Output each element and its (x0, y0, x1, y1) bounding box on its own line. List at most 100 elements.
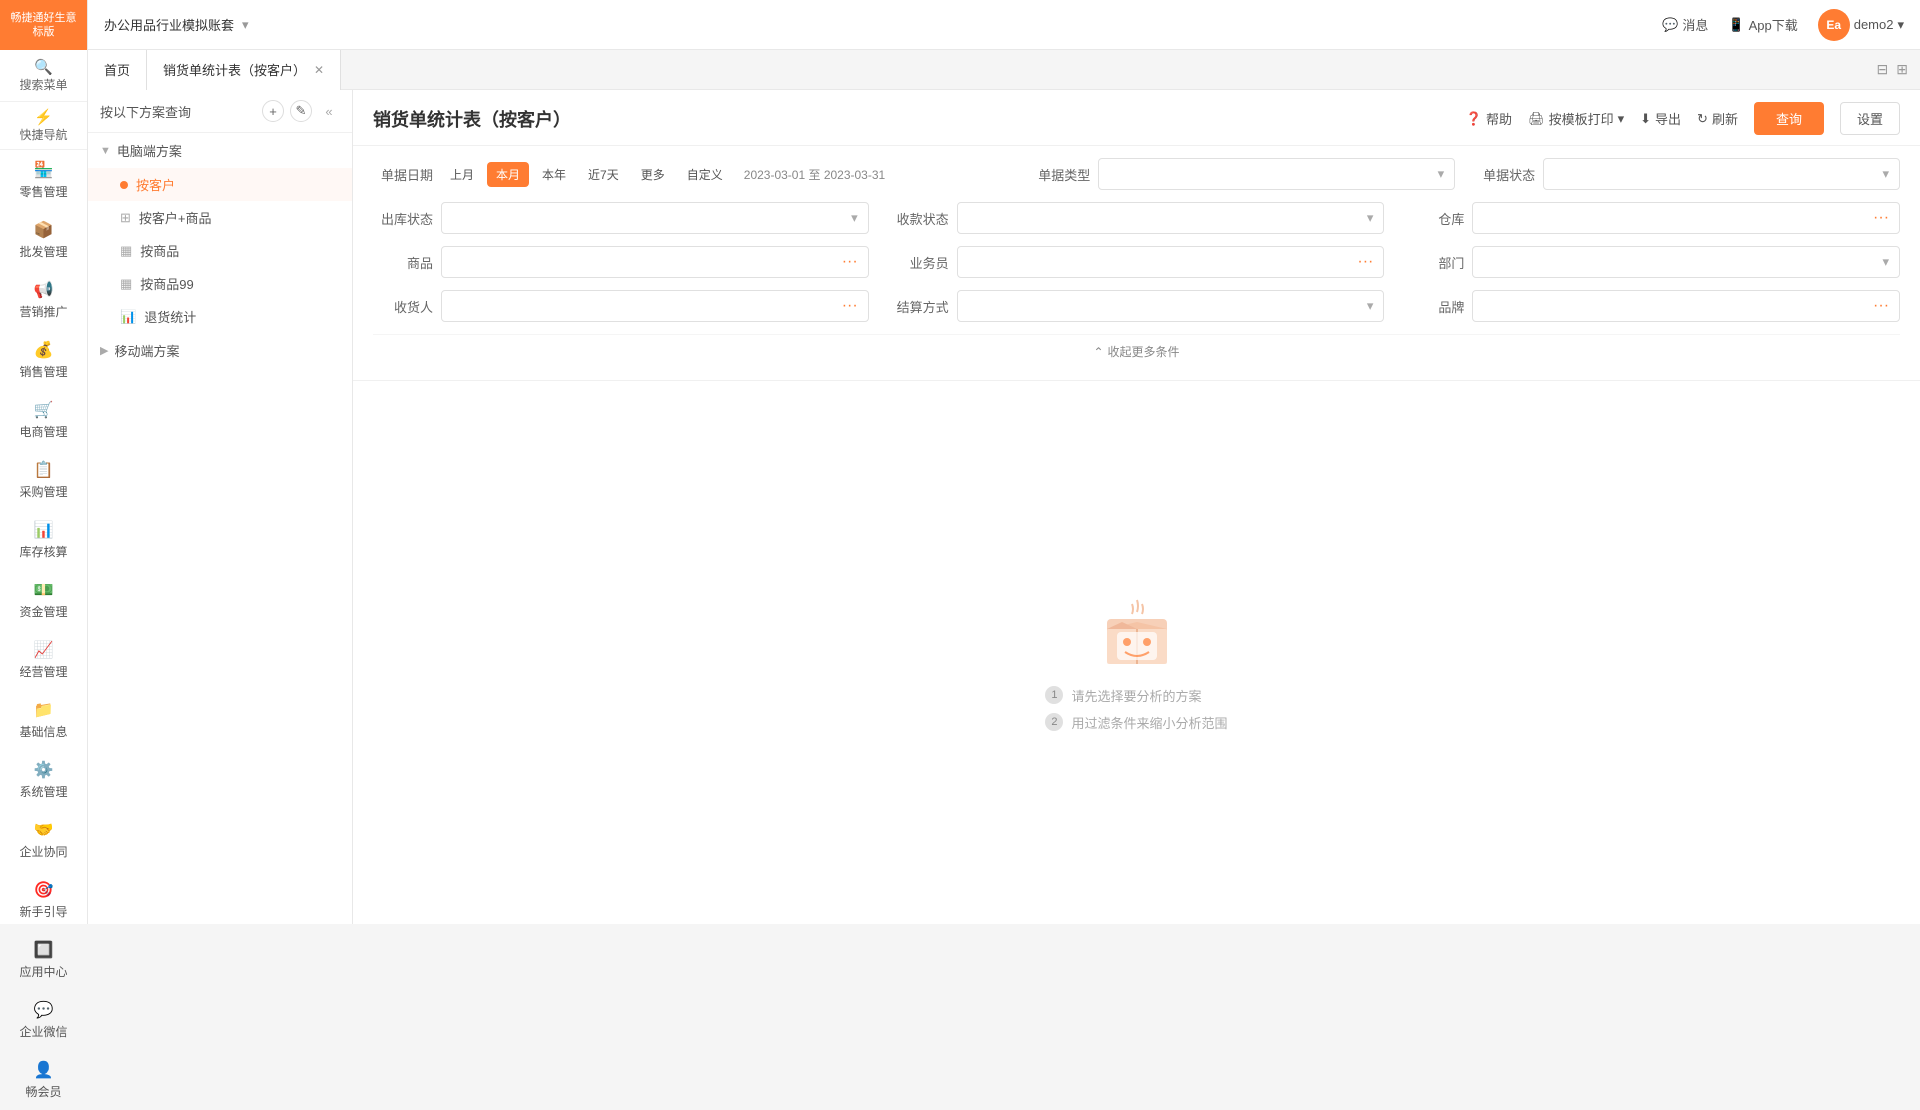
sidebar-item-system[interactable]: ⚙️系统管理 (0, 750, 87, 810)
scheme-header-label: 按以下方案查询 (100, 102, 191, 121)
header-left: 办公用品行业模拟账套 ▾ (104, 15, 249, 34)
date-btn-7days[interactable]: 近7天 (579, 162, 628, 187)
scheme-edit-btn[interactable]: ✎ (290, 100, 312, 122)
sidebar-icon-newbie: 🎯 (34, 880, 54, 900)
filter-cell-warehouse: 仓库 ··· (1404, 202, 1900, 234)
date-buttons: 上月 本月 本年 近7天 更多 自定义 (441, 162, 732, 187)
tab-close-icon[interactable]: ✕ (314, 63, 324, 77)
collapse-up-icon: ⌃ (1093, 345, 1103, 359)
export-btn[interactable]: ⬇ 导出 (1640, 109, 1681, 128)
sidebar-item-purchase[interactable]: 📋采购管理 (0, 450, 87, 510)
message-btn[interactable]: 💬 消息 (1662, 15, 1708, 34)
tab-sales-stats[interactable]: 销货单统计表（按客户） ✕ (147, 50, 341, 90)
doc-type-arrow: ▾ (1438, 166, 1445, 182)
date-btn-custom[interactable]: 自定义 (678, 162, 732, 187)
scheme-collapse-btn[interactable]: « (318, 100, 340, 122)
user-dropdown-icon: ▾ (1897, 17, 1904, 33)
header-dropdown-icon[interactable]: ▾ (242, 17, 249, 33)
sidebar-item-sales[interactable]: 💰销售管理 (0, 330, 87, 390)
department-input[interactable]: ▾ (1472, 246, 1900, 278)
sidebar-item-newbie[interactable]: 🎯新手引导 (0, 870, 87, 930)
payment-status-input[interactable]: ▾ (957, 202, 1385, 234)
tab-maximize-icon[interactable]: ⊞ (1896, 61, 1908, 78)
user-menu[interactable]: Ea demo2 ▾ (1818, 9, 1904, 41)
payment-method-input[interactable]: ▾ (957, 290, 1385, 322)
filter-cell-department: 部门 ▾ (1404, 246, 1900, 278)
warehouse-input[interactable]: ··· (1472, 202, 1900, 234)
tab-home[interactable]: 首页 (88, 50, 147, 90)
sidebar-logo: 畅捷通好生意 标版 (0, 0, 87, 50)
scheme-group-desktop-header[interactable]: ▼ 电脑端方案 (88, 133, 352, 168)
header-right: 💬 消息 📱 App下载 Ea demo2 ▾ (1662, 9, 1904, 41)
sidebar-label-sales: 销售管理 (19, 363, 67, 380)
collapse-btn[interactable]: ⌃ 收起更多条件 (373, 334, 1900, 368)
empty-tip-2: 2 用过滤条件来缩小分析范围 (1045, 713, 1227, 732)
goods-input[interactable]: ··· (441, 246, 869, 278)
sidebar-item-inventory[interactable]: 📊库存核算 (0, 510, 87, 570)
doc-status-input[interactable]: ▾ (1543, 158, 1900, 190)
salesperson-more-icon[interactable]: ··· (1357, 253, 1373, 271)
sidebar-icon-wholesale: 📦 (34, 220, 54, 240)
scheme-item-by-goods[interactable]: ▦ 按商品 (88, 234, 352, 267)
help-btn[interactable]: ❓ 帮助 (1466, 109, 1512, 128)
sidebar-item-apps[interactable]: 🔲应用中心 (0, 930, 87, 990)
group-toggle-icon2: ▶ (100, 344, 108, 357)
sidebar-item-wechat[interactable]: 💬企业微信 (0, 990, 87, 1050)
sidebar-label-finance: 资金管理 (19, 603, 67, 620)
sidebar-search[interactable]: 🔍 搜索菜单 (0, 50, 87, 102)
scheme-group-mobile: ▶ 移动端方案 (88, 333, 352, 368)
print-icon: 🖨 (1528, 111, 1545, 127)
payment-method-label: 结算方式 (889, 297, 949, 316)
doc-type-input[interactable]: ▾ (1098, 158, 1455, 190)
scheme-add-btn[interactable]: + (262, 100, 284, 122)
warehouse-more-icon[interactable]: ··· (1873, 209, 1889, 227)
sidebar-label-wechat: 企业微信 (19, 1023, 67, 1040)
date-btn-more[interactable]: 更多 (632, 162, 674, 187)
scheme-item-icon3: ▦ (120, 276, 132, 292)
logo-text: 畅捷通好生意 标版 (11, 11, 77, 40)
query-button[interactable]: 查询 (1754, 102, 1824, 135)
scheme-group-desktop: ▼ 电脑端方案 按客户 ⊞ 按客户+商品 ▦ 按商品 ▦ 按商品99 (88, 133, 352, 333)
scheme-item-return-stats[interactable]: 📊 退货统计 (88, 300, 352, 333)
sidebar-label-purchase: 采购管理 (19, 483, 67, 500)
payment-status-arrow: ▾ (1367, 210, 1374, 226)
sidebar-item-finance[interactable]: 💵 资金管理 (0, 570, 87, 630)
app-download-icon: 📱 (1728, 17, 1744, 33)
group-toggle-icon: ▼ (100, 145, 111, 157)
app-download-btn[interactable]: 📱 App下载 (1728, 15, 1797, 34)
scheme-item-by-customer-goods[interactable]: ⊞ 按客户+商品 (88, 201, 352, 234)
sidebar-quick-nav[interactable]: ⚡ 快捷导航 (0, 102, 87, 150)
refresh-btn[interactable]: ↻ 刷新 (1697, 109, 1738, 128)
settings-button[interactable]: 设置 (1840, 102, 1900, 135)
sidebar-item-ecommerce[interactable]: 🛒电商管理 (0, 390, 87, 450)
date-btn-last-month[interactable]: 上月 (441, 162, 483, 187)
brand-more-icon[interactable]: ··· (1873, 297, 1889, 315)
message-icon: 💬 (1662, 17, 1678, 33)
sidebar-item-retail[interactable]: 🏪零售管理 (0, 150, 87, 210)
sidebar-item-member[interactable]: 👤畅会员 (0, 1050, 87, 1110)
sidebar-item-basic[interactable]: 📁基础信息 (0, 690, 87, 750)
scheme-group-mobile-header[interactable]: ▶ 移动端方案 (88, 333, 352, 368)
receiver-label: 收货人 (373, 297, 433, 316)
scheme-item-by-customer[interactable]: 按客户 (88, 168, 352, 201)
scheme-item-icon2: ▦ (120, 243, 132, 259)
receiver-more-icon[interactable]: ··· (842, 297, 858, 315)
receiver-input[interactable]: ··· (441, 290, 869, 322)
goods-more-icon[interactable]: ··· (842, 253, 858, 271)
salesperson-input[interactable]: ··· (957, 246, 1385, 278)
tab-minimize-icon[interactable]: ⊟ (1877, 61, 1889, 78)
sidebar-item-operations[interactable]: 📈经营管理 (0, 630, 87, 690)
date-btn-this-month[interactable]: 本月 (487, 162, 529, 187)
sidebar-item-wholesale[interactable]: 📦批发管理 (0, 210, 87, 270)
sidebar-item-marketing[interactable]: 📢营销推广 (0, 270, 87, 330)
active-dot (120, 181, 128, 189)
sidebar-item-enterprise[interactable]: 🤝企业协同 (0, 810, 87, 870)
brand-input[interactable]: ··· (1472, 290, 1900, 322)
sidebar-icon-finance: 💵 (34, 580, 54, 600)
scheme-item-by-goods-99[interactable]: ▦ 按商品99 (88, 267, 352, 300)
template-print-btn[interactable]: 🖨 按模板打印 ▾ (1528, 109, 1624, 128)
content-area: 按以下方案查询 + ✎ « ▼ 电脑端方案 按客户 ⊞ 按客户 (88, 90, 1920, 924)
sidebar-icon-member: 👤 (34, 1060, 54, 1080)
out-status-input[interactable]: ▾ (441, 202, 869, 234)
date-btn-this-year[interactable]: 本年 (533, 162, 575, 187)
